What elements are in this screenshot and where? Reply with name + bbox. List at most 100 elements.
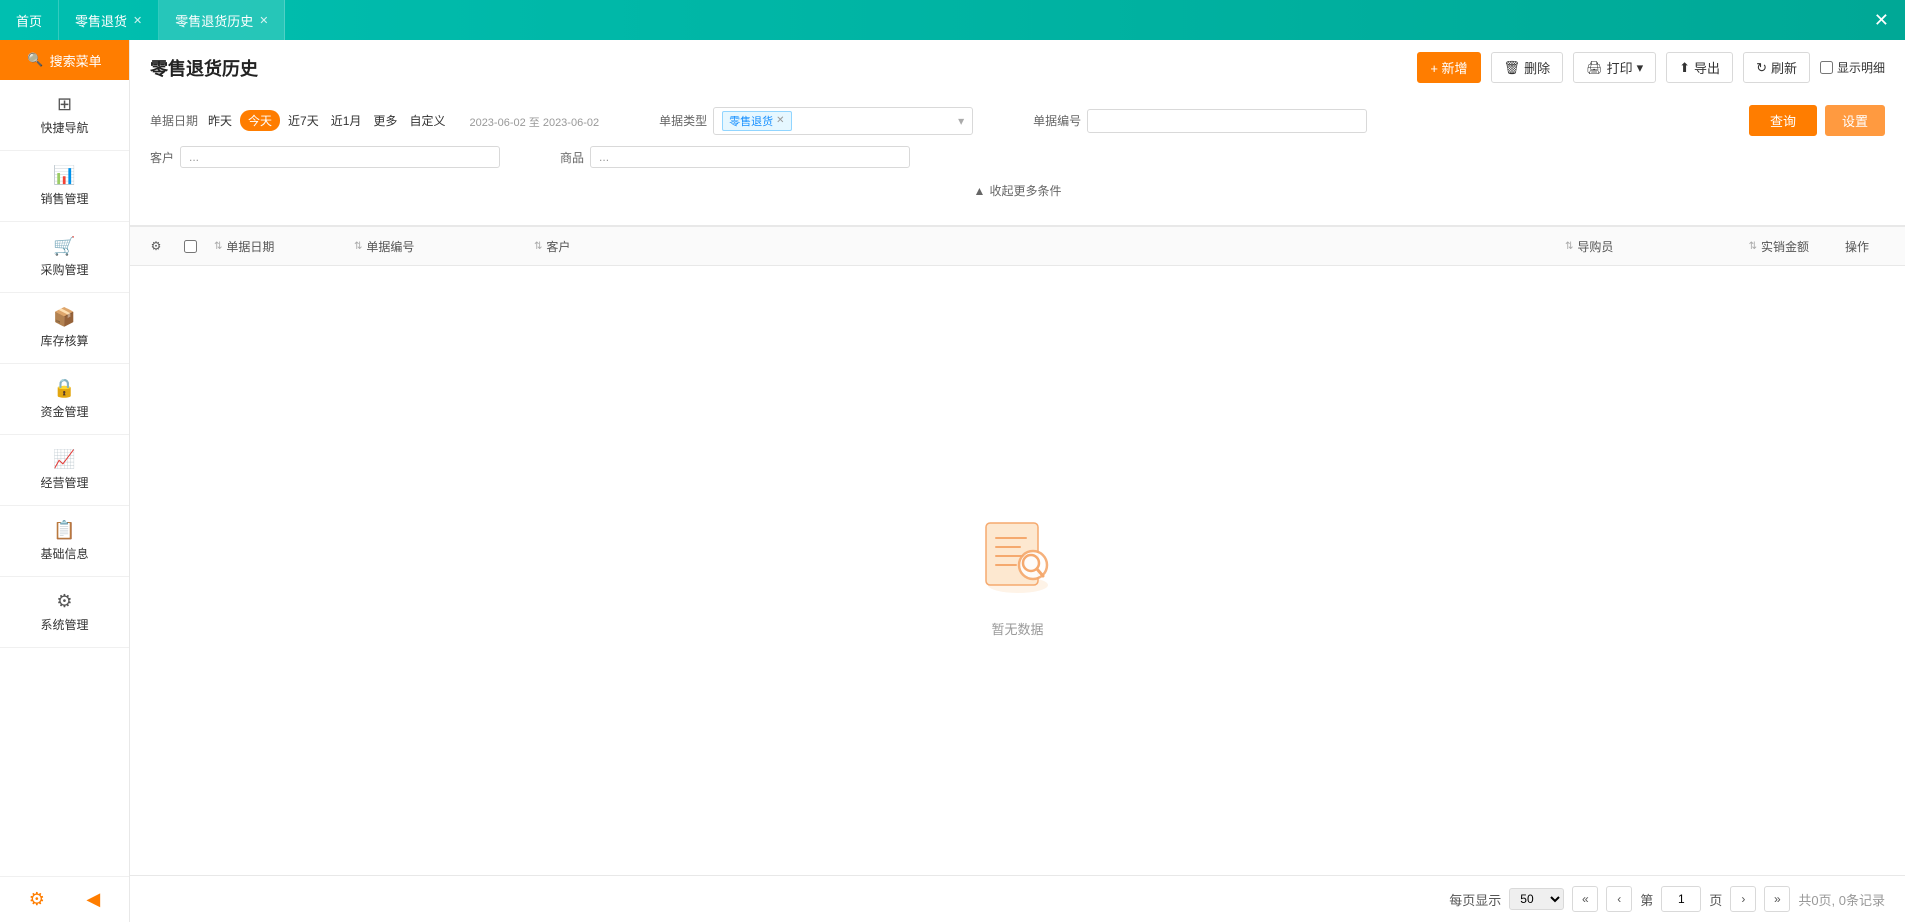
sidebar-search[interactable]: 🔍 搜索菜单	[0, 40, 129, 80]
tab-retail-return-history-label: 零售退货历史	[175, 11, 253, 30]
th-check[interactable]	[174, 240, 206, 253]
tab-retail-return[interactable]: 零售退货 ✕	[59, 0, 159, 40]
page-goto-label: 第	[1640, 890, 1653, 909]
sidebar-item-inventory[interactable]: 📦 库存核算	[0, 293, 129, 364]
basic-info-icon: 📋	[53, 520, 75, 541]
th-guide[interactable]: ⇅ 导购员	[1557, 238, 1697, 255]
tab-retail-return-history[interactable]: 零售退货历史 ✕	[159, 0, 285, 40]
page-number-input[interactable]	[1661, 886, 1701, 912]
empty-state: 暂无数据	[130, 266, 1905, 875]
first-page-button[interactable]: «	[1572, 886, 1598, 912]
sidebar-item-purchase-label: 采购管理	[40, 261, 88, 278]
page-size-label: 每页显示	[1449, 890, 1501, 909]
tab-retail-return-close[interactable]: ✕	[133, 14, 142, 27]
settings-bottom-icon[interactable]: ⚙	[29, 889, 45, 910]
date-opt-7days[interactable]: 近7天	[284, 110, 323, 131]
sn-filter-label: 单据编号	[1033, 112, 1081, 129]
date-opt-more[interactable]: 更多	[369, 110, 401, 131]
collapse-up-icon: ▲	[974, 184, 986, 198]
select-all-checkbox[interactable]	[184, 240, 197, 253]
tab-home-label: 首页	[16, 11, 42, 30]
type-select-chevron: ▾	[958, 114, 964, 128]
export-button[interactable]: ⬆ 导出	[1666, 52, 1733, 83]
filter-row-2: 客户 ... 商品 ...	[150, 146, 1885, 168]
date-opt-today[interactable]: 今天	[240, 110, 280, 131]
tab-retail-return-history-close[interactable]: ✕	[259, 14, 268, 27]
add-button[interactable]: + 新增	[1417, 52, 1480, 83]
sort-date-icon: ⇅	[214, 241, 222, 252]
show-detail-input[interactable]	[1820, 61, 1833, 74]
type-filter-group: 单据类型 零售退货 ✕ ▾	[659, 107, 973, 135]
prev-page-button[interactable]: ‹	[1606, 886, 1632, 912]
customer-filter-select[interactable]: ...	[180, 146, 500, 168]
sidebar-item-purchase-mgmt[interactable]: 🛒 采购管理	[0, 222, 129, 293]
settings-icon: ⚙	[151, 239, 162, 253]
main-layout: 🔍 搜索菜单 ⊞ 快捷导航 📊 销售管理 🛒 采购管理 📦 库存核算 🔒 资金管…	[0, 40, 1905, 922]
customer-filter-group: 客户 ...	[150, 146, 500, 168]
collapse-filter-button[interactable]: ▲ 收起更多条件	[962, 178, 1074, 203]
goods-ellipsis: ...	[599, 150, 609, 164]
toolbar: + 新增 🗑 删除 🖨 打印 ▾ ⬆ 导出 ↻	[1417, 52, 1885, 83]
page-size-select[interactable]: 20 50 100	[1509, 888, 1564, 910]
table-container: ⚙ ⇅ 单据日期 ⇅ 单据编号 ⇅ 客户 ⇅	[130, 226, 1905, 875]
window-close-button[interactable]: ✕	[1874, 10, 1905, 31]
refresh-button[interactable]: ↻ 刷新	[1743, 52, 1810, 83]
sidebar-item-system-label: 系统管理	[40, 616, 88, 633]
goods-filter-select[interactable]: ...	[590, 146, 910, 168]
print-icon: 🖨	[1586, 60, 1603, 76]
sidebar: 🔍 搜索菜单 ⊞ 快捷导航 📊 销售管理 🛒 采购管理 📦 库存核算 🔒 资金管…	[0, 40, 130, 922]
th-amount[interactable]: ⇅ 实销金额	[1697, 238, 1817, 255]
page-header: 零售退货历史 + 新增 🗑 删除 🖨 打印 ▾ ⬆ 导出	[130, 40, 1905, 226]
total-records: 共0页, 0条记录	[1798, 890, 1885, 909]
customer-filter-label: 客户	[150, 149, 174, 166]
date-opt-1month[interactable]: 近1月	[327, 110, 366, 131]
date-opt-custom[interactable]: 自定义	[405, 110, 449, 131]
page-label: 页	[1709, 890, 1722, 909]
search-icon: 🔍	[27, 52, 43, 68]
sidebar-item-basic-info[interactable]: 📋 基础信息	[0, 506, 129, 577]
settings-button[interactable]: 设置	[1825, 105, 1885, 136]
delete-button[interactable]: 🗑 删除	[1491, 52, 1564, 83]
filter-row-1: 单据日期 昨天 今天 近7天 近1月 更多 自定义 2023-06-02 至 2…	[150, 105, 1885, 136]
th-settings[interactable]: ⚙	[138, 239, 174, 253]
print-button[interactable]: 🖨 打印 ▾	[1573, 52, 1656, 83]
finance-icon: 🔒	[53, 378, 75, 399]
query-button[interactable]: 查询	[1749, 105, 1817, 136]
empty-illustration	[968, 503, 1068, 603]
pagination-bar: 每页显示 20 50 100 « ‹ 第 页 › » 共0页, 0条记录	[130, 875, 1905, 922]
sort-customer-icon: ⇅	[534, 241, 542, 252]
th-sn[interactable]: ⇅ 单据编号	[346, 238, 526, 255]
top-bar: + 新增 首页 零售退货 ✕ 零售退货历史 ✕ ✕	[0, 0, 1905, 40]
empty-svg	[968, 503, 1068, 603]
refresh-icon: ↻	[1756, 60, 1767, 76]
date-filter-group: 单据日期 昨天 今天 近7天 近1月 更多 自定义	[150, 110, 449, 131]
type-tag-close[interactable]: ✕	[776, 115, 784, 126]
table-header: ⚙ ⇅ 单据日期 ⇅ 单据编号 ⇅ 客户 ⇅	[130, 226, 1905, 266]
sidebar-item-system-mgmt[interactable]: ⚙ 系统管理	[0, 577, 129, 648]
export-icon: ⬆	[1679, 60, 1690, 76]
sn-filter-input[interactable]	[1087, 109, 1367, 133]
type-filter-label: 单据类型	[659, 112, 707, 129]
tab-home[interactable]: + 新增 首页	[0, 0, 59, 40]
sidebar-item-finance-label: 资金管理	[40, 403, 88, 420]
collapse-sidebar-icon[interactable]: ◀	[86, 889, 100, 910]
quick-nav-icon: ⊞	[57, 94, 72, 115]
th-customer[interactable]: ⇅ 客户	[526, 238, 1557, 255]
date-options: 昨天 今天 近7天 近1月 更多 自定义	[204, 110, 449, 131]
sidebar-item-business-mgmt[interactable]: 📈 经营管理	[0, 435, 129, 506]
tab-list: + 新增 首页 零售退货 ✕ 零售退货历史 ✕	[0, 0, 1874, 40]
sidebar-item-quick-nav[interactable]: ⊞ 快捷导航	[0, 80, 129, 151]
sort-guide-icon: ⇅	[1565, 241, 1573, 252]
next-page-button[interactable]: ›	[1730, 886, 1756, 912]
last-page-button[interactable]: »	[1764, 886, 1790, 912]
sn-filter-group: 单据编号	[1033, 109, 1367, 133]
type-filter-select[interactable]: 零售退货 ✕ ▾	[713, 107, 973, 135]
sidebar-item-finance-mgmt[interactable]: 🔒 资金管理	[0, 364, 129, 435]
sidebar-item-sales-mgmt[interactable]: 📊 销售管理	[0, 151, 129, 222]
th-date[interactable]: ⇅ 单据日期	[206, 238, 346, 255]
show-detail-checkbox[interactable]: 显示明细	[1820, 59, 1885, 76]
date-opt-yesterday[interactable]: 昨天	[204, 110, 236, 131]
goods-filter-group: 商品 ...	[560, 146, 910, 168]
content-area: 零售退货历史 + 新增 🗑 删除 🖨 打印 ▾ ⬆ 导出	[130, 40, 1905, 922]
sidebar-search-label: 搜索菜单	[50, 51, 102, 70]
